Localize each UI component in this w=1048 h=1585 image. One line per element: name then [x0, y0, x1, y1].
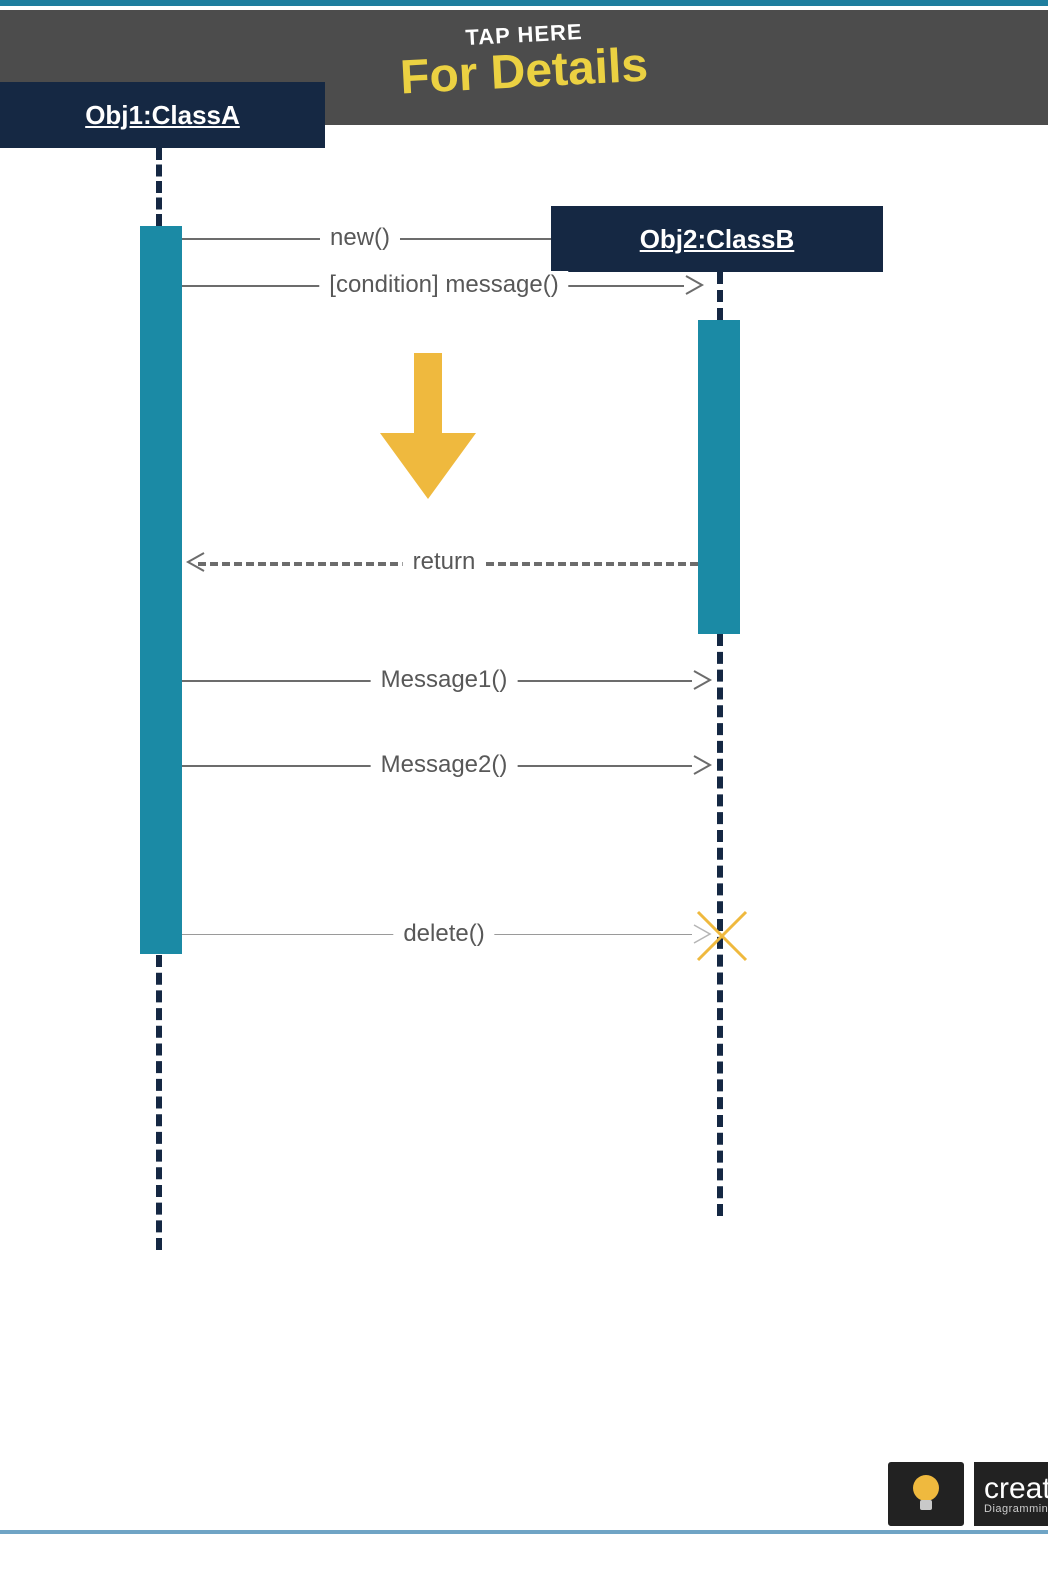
lifeline-obj2-top	[717, 272, 723, 320]
time-arrow-icon	[380, 353, 476, 503]
activation-obj2[interactable]	[698, 320, 740, 634]
message-label-new: new()	[320, 224, 400, 252]
message-label-return: return	[403, 548, 486, 576]
participant-obj1[interactable]: Obj1:ClassA	[0, 82, 325, 148]
brand-name: create	[984, 1474, 1048, 1504]
destroy-icon	[694, 908, 750, 964]
lifeline-obj1-top	[156, 148, 162, 226]
arrowhead-right-icon	[692, 754, 714, 776]
activation-obj1[interactable]	[140, 226, 182, 954]
participant-obj2-label: Obj2:ClassB	[640, 224, 795, 255]
message-label-delete: delete()	[393, 920, 494, 948]
participant-obj1-label: Obj1:ClassA	[85, 100, 240, 131]
lifeline-obj1-bottom	[156, 955, 162, 1250]
message-label-conditional: [condition] message()	[319, 271, 568, 299]
arrowhead-right-icon	[684, 274, 706, 296]
participant-obj2[interactable]: Obj2:ClassB	[551, 206, 883, 272]
arrowhead-right-icon	[692, 669, 714, 691]
arrowhead-left-icon	[184, 551, 206, 573]
brand-sub: Diagramming	[984, 1504, 1048, 1515]
bottom-border	[0, 1530, 1048, 1534]
brand-text[interactable]: create Diagramming	[974, 1462, 1048, 1526]
message-label-msg2: Message2()	[371, 751, 518, 779]
diagram-stage: TAP HERE For Details Obj1:ClassA Obj2:Cl…	[0, 0, 1048, 1585]
message-label-msg1: Message1()	[371, 666, 518, 694]
brand-bulb-icon[interactable]	[888, 1462, 964, 1526]
